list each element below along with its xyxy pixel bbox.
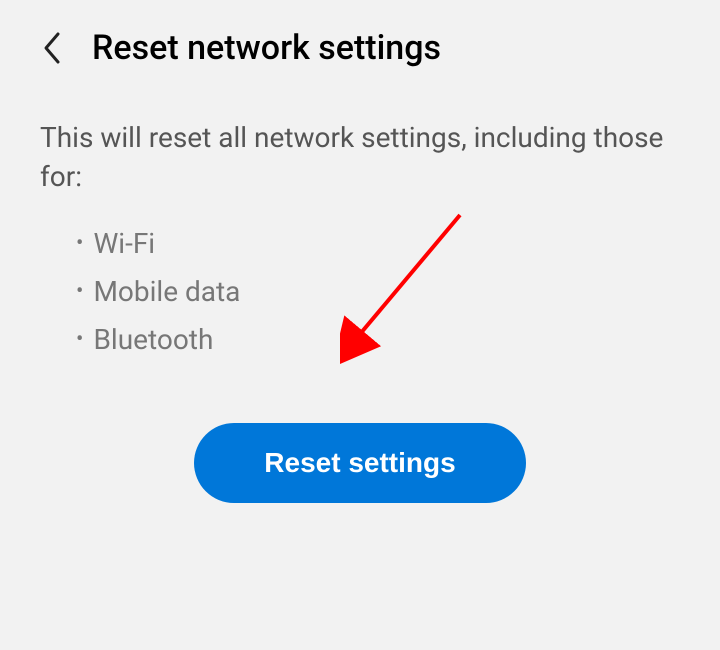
bullet-list: • Wi-Fi • Mobile data • Bluetooth xyxy=(40,220,680,363)
header: Reset network settings xyxy=(0,0,720,88)
list-item-label: Mobile data xyxy=(93,268,240,316)
bullet-dot-icon: • xyxy=(76,225,83,262)
button-container: Reset settings xyxy=(40,423,680,503)
back-icon xyxy=(40,30,64,66)
back-button[interactable] xyxy=(40,30,64,66)
bullet-dot-icon: • xyxy=(76,321,83,358)
reset-settings-button[interactable]: Reset settings xyxy=(194,423,525,503)
list-item: • Wi-Fi xyxy=(76,220,680,268)
description-text: This will reset all network settings, in… xyxy=(40,118,680,196)
bullet-dot-icon: • xyxy=(76,273,83,310)
list-item: • Bluetooth xyxy=(76,316,680,364)
list-item: • Mobile data xyxy=(76,268,680,316)
list-item-label: Wi-Fi xyxy=(93,220,155,268)
list-item-label: Bluetooth xyxy=(93,316,213,364)
content: This will reset all network settings, in… xyxy=(0,88,720,503)
page-title: Reset network settings xyxy=(92,28,441,68)
